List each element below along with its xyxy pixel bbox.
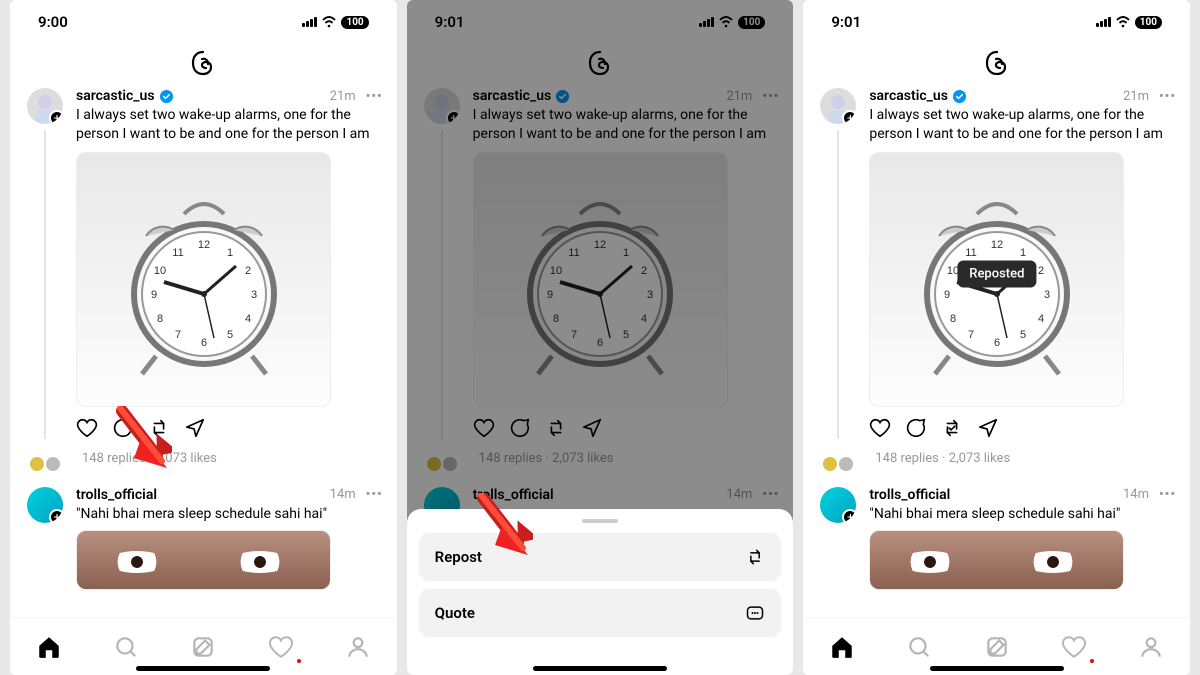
verified-badge-icon — [952, 89, 967, 104]
screen-3: 9:01 100 + sarcastic_us 21m ••• — [803, 0, 1190, 675]
post[interactable]: + sarcastic_us 21m ••• I always set two w… — [803, 88, 1190, 439]
screen-2: 9:01 100 + sarcastic_us 21m••• — [407, 0, 794, 675]
repost-button[interactable] — [148, 417, 170, 439]
replies-count[interactable]: 148 replies — [875, 451, 939, 466]
quote-icon — [745, 603, 765, 623]
post-time: 14m — [330, 487, 356, 502]
screen-1: 9:00 100 + sarcastic_us 21m — [10, 0, 397, 675]
cellular-signal-icon — [1096, 17, 1111, 27]
tab-profile[interactable] — [345, 634, 371, 660]
tab-search[interactable] — [113, 634, 139, 660]
wifi-icon — [1115, 16, 1131, 28]
repost-button-active[interactable] — [941, 417, 963, 439]
threads-logo[interactable] — [803, 44, 1190, 88]
username[interactable]: sarcastic_us — [869, 88, 948, 104]
wifi-icon — [321, 16, 337, 28]
verified-badge-icon — [159, 89, 174, 104]
notification-dot-icon — [297, 659, 301, 663]
post-text: I always set two wake-up alarms, one for… — [76, 106, 383, 144]
replies-count[interactable]: 148 replies — [82, 451, 146, 466]
thread-line — [44, 130, 46, 439]
repost-icon — [745, 547, 765, 567]
post-text: Nahi bhai mera sleep schedule sahi hai — [76, 505, 383, 524]
tab-home[interactable] — [829, 634, 855, 660]
quote-option[interactable]: Quote — [419, 589, 782, 637]
reposted-toast: Reposted — [957, 261, 1036, 288]
avatar[interactable]: + — [820, 88, 856, 124]
post-time: 14m — [1123, 487, 1149, 502]
tab-compose[interactable] — [190, 634, 216, 660]
action-sheet: Repost Quote — [407, 509, 794, 675]
post[interactable]: + trolls_official 14m ••• Nahi bhai mera… — [10, 487, 397, 590]
username[interactable]: trolls_official — [869, 487, 950, 503]
tab-compose[interactable] — [984, 634, 1010, 660]
time: 9:01 — [831, 13, 861, 31]
threads-logo[interactable] — [10, 44, 397, 88]
tab-home[interactable] — [36, 634, 62, 660]
battery-level: 100 — [1135, 16, 1162, 29]
post-image[interactable] — [76, 530, 331, 590]
tab-activity[interactable] — [268, 634, 294, 660]
likes-count[interactable]: 2,073 likes — [155, 451, 216, 466]
replier-avatars[interactable] — [821, 455, 855, 473]
more-options-button[interactable]: ••• — [1159, 487, 1176, 502]
notification-dot-icon — [1090, 659, 1094, 663]
post[interactable]: + trolls_official 14m ••• Nahi bhai mera … — [803, 487, 1190, 590]
more-options-button[interactable]: ••• — [366, 89, 383, 104]
tab-profile[interactable] — [1138, 634, 1164, 660]
battery-level: 100 — [341, 16, 368, 29]
post-time: 21m — [330, 89, 356, 104]
post-image[interactable] — [869, 530, 1124, 590]
add-follow-icon[interactable]: + — [842, 509, 856, 523]
thread-line — [837, 130, 839, 439]
time: 9:00 — [38, 13, 68, 31]
add-follow-icon[interactable]: + — [49, 509, 63, 523]
post-text: Nahi bhai mera sleep schedule sahi hai — [869, 505, 1176, 524]
cellular-signal-icon — [302, 17, 317, 27]
repost-option[interactable]: Repost — [419, 533, 782, 581]
post[interactable]: + sarcastic_us 21m ••• I always set two … — [10, 88, 397, 439]
username[interactable]: sarcastic_us — [76, 88, 155, 104]
more-options-button[interactable]: ••• — [1159, 89, 1176, 104]
post-image[interactable] — [76, 152, 331, 407]
reply-button[interactable] — [905, 417, 927, 439]
home-indicator[interactable] — [136, 666, 270, 671]
likes-count[interactable]: 2,073 likes — [949, 451, 1010, 466]
share-button[interactable] — [977, 417, 999, 439]
share-button[interactable] — [184, 417, 206, 439]
home-indicator[interactable] — [533, 666, 667, 671]
replier-avatars[interactable] — [28, 455, 62, 473]
tab-activity[interactable] — [1061, 634, 1087, 660]
post-image[interactable]: Reposted — [869, 152, 1124, 407]
more-options-button[interactable]: ••• — [366, 487, 383, 502]
home-indicator[interactable] — [930, 666, 1064, 671]
post-time: 21m — [1123, 89, 1149, 104]
tab-search[interactable] — [906, 634, 932, 660]
username[interactable]: trolls_official — [76, 487, 157, 503]
avatar[interactable]: + — [27, 88, 63, 124]
like-button[interactable] — [869, 417, 891, 439]
reply-button[interactable] — [112, 417, 134, 439]
status-bar: 9:00 100 — [10, 0, 397, 44]
like-button[interactable] — [76, 417, 98, 439]
add-follow-icon[interactable]: + — [842, 110, 856, 124]
status-bar: 9:01 100 — [803, 0, 1190, 44]
repost-option-label: Repost — [435, 548, 482, 566]
post-text: I always set two wake-up alarms, one for… — [869, 106, 1176, 144]
avatar[interactable]: + — [820, 487, 856, 523]
quote-option-label: Quote — [435, 604, 475, 622]
add-follow-icon[interactable]: + — [49, 110, 63, 124]
avatar[interactable]: + — [27, 487, 63, 523]
sheet-grabber[interactable] — [582, 519, 618, 523]
